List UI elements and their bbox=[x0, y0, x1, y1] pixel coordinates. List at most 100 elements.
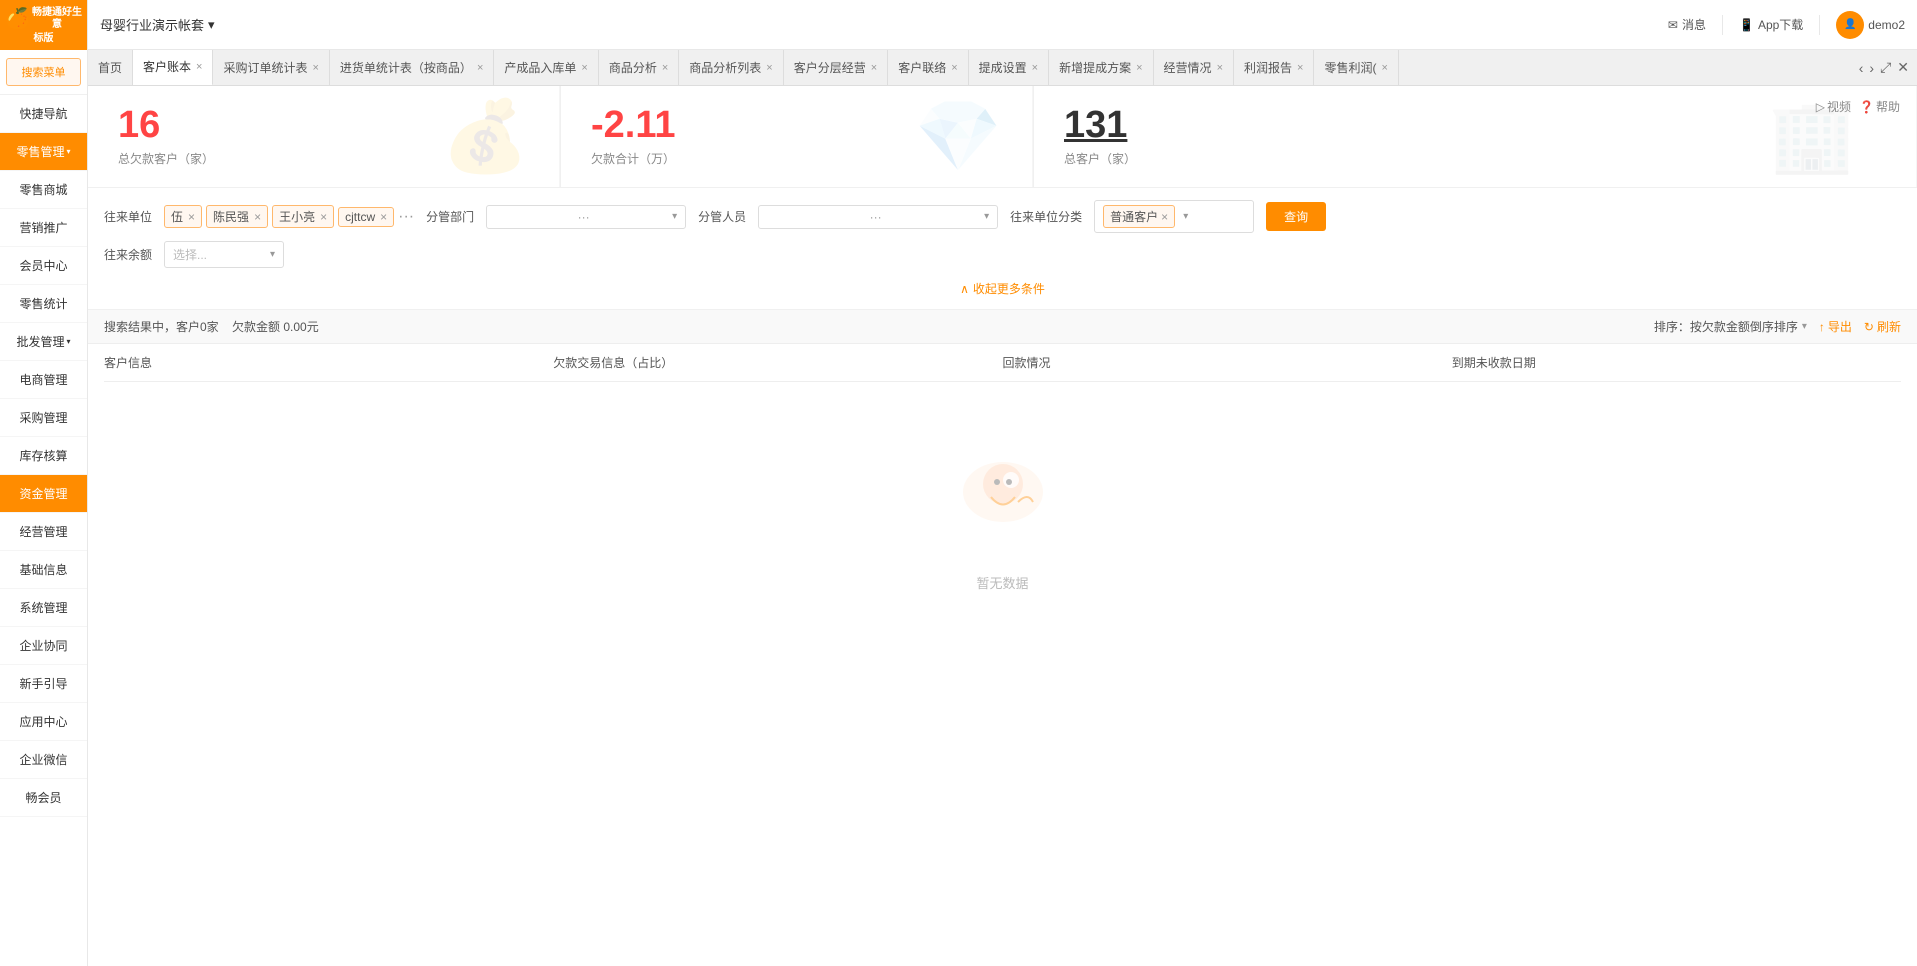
more-tags-button[interactable]: ··· bbox=[398, 208, 414, 226]
sidebar-item-new-guide[interactable]: 新手引导 bbox=[0, 665, 87, 703]
th-repay: 回款情况 bbox=[1003, 354, 1452, 371]
sidebar-item-finance[interactable]: 资金管理 bbox=[0, 475, 87, 513]
topbar-divider bbox=[1722, 15, 1723, 35]
sidebar-item-member-center[interactable]: 会员中心 bbox=[0, 247, 87, 285]
person-dots-icon[interactable]: ··· bbox=[870, 210, 882, 224]
balance-select[interactable]: 选择... ▾ bbox=[164, 241, 284, 268]
partner-tag-cjttcw-label: cjttcw bbox=[345, 210, 375, 224]
help-button[interactable]: ❓ 帮助 bbox=[1859, 98, 1900, 115]
tab-home[interactable]: 首页 bbox=[88, 50, 133, 86]
sidebar-item-retail-stats[interactable]: 零售统计 bbox=[0, 285, 87, 323]
classify-label: 往来单位分类 bbox=[1010, 208, 1082, 225]
tab-close-icon[interactable]: × bbox=[662, 62, 668, 74]
sidebar: 🍊 畅捷通好生意 标版 搜索菜单 快捷导航 零售管理 ▾ 零售商城 营销推广 会… bbox=[0, 0, 88, 966]
sidebar-item-sys-mgmt[interactable]: 系统管理 bbox=[0, 589, 87, 627]
partner-tag-cjttcw-close[interactable]: × bbox=[380, 210, 387, 224]
collapse-button[interactable]: ∧ 收起更多条件 bbox=[960, 280, 1045, 297]
export-button[interactable]: ↑ 导出 bbox=[1819, 318, 1852, 335]
partner-tag-chen: 陈民强 × bbox=[206, 205, 268, 228]
account-selector[interactable]: 母婴行业演示帐套 ▾ bbox=[100, 15, 215, 34]
tab-customer-segment[interactable]: 客户分层经营 × bbox=[784, 50, 888, 86]
person-select[interactable]: ··· ▾ bbox=[758, 205, 998, 229]
sidebar-item-retail-mgmt[interactable]: 零售管理 ▾ bbox=[0, 133, 87, 171]
tab-close-icon[interactable]: × bbox=[581, 62, 587, 74]
stat-credit-customers: 16 总欠款客户（家） 💰 bbox=[88, 86, 560, 187]
dept-arrow-icon: ▾ bbox=[672, 211, 677, 222]
balance-label: 往来余额 bbox=[104, 246, 152, 263]
tab-close-icon[interactable]: × bbox=[766, 62, 772, 74]
tab-product-list[interactable]: 商品分析列表 × bbox=[679, 50, 783, 86]
tab-profit-report[interactable]: 利润报告 × bbox=[1234, 50, 1314, 86]
tab-close-icon[interactable]: × bbox=[1032, 62, 1038, 74]
tab-close-icon[interactable]: × bbox=[951, 62, 957, 74]
message-button[interactable]: ✉ 消息 bbox=[1668, 16, 1706, 33]
partner-tag-wu-close[interactable]: × bbox=[188, 210, 195, 224]
tab-maximize-icon[interactable]: ⤢ bbox=[1880, 59, 1891, 76]
tab-product-inbound[interactable]: 产成品入库单 × bbox=[494, 50, 598, 86]
refresh-icon: ↻ bbox=[1864, 320, 1874, 334]
sidebar-item-ecommerce[interactable]: 电商管理 bbox=[0, 361, 87, 399]
sidebar-item-retail-store[interactable]: 零售商城 bbox=[0, 171, 87, 209]
empty-icon bbox=[953, 442, 1053, 561]
tab-close-icon[interactable]: × bbox=[1297, 62, 1303, 74]
tab-close-all-icon[interactable]: ✕ bbox=[1897, 59, 1909, 76]
tab-customer-contact[interactable]: 客户联络 × bbox=[888, 50, 968, 86]
stats-row: 16 总欠款客户（家） 💰 -2.11 欠款合计（万） 💎 131 总客户（家）… bbox=[88, 86, 1917, 188]
classify-select[interactable]: 普通客户 × ▾ bbox=[1094, 200, 1254, 233]
download-icon: 📱 bbox=[1739, 18, 1754, 32]
user-profile-button[interactable]: 👤 demo2 bbox=[1836, 11, 1905, 39]
sort-label: 排序：按欠款金额倒序排序 bbox=[1654, 318, 1798, 335]
partner-tag-wang-close[interactable]: × bbox=[320, 210, 327, 224]
tab-operation-status[interactable]: 经营情况 × bbox=[1154, 50, 1234, 86]
search-menu-button[interactable]: 搜索菜单 bbox=[6, 58, 81, 86]
partner-tag-cjttcw: cjttcw × bbox=[338, 207, 394, 227]
empty-text: 暂无数据 bbox=[976, 573, 1028, 592]
partner-tag-wang-label: 王小亮 bbox=[279, 208, 315, 225]
tab-close-icon[interactable]: × bbox=[196, 61, 202, 73]
tab-purchase-stats[interactable]: 进货单统计表（按商品） × bbox=[330, 50, 494, 86]
dept-dots-icon[interactable]: ··· bbox=[578, 210, 590, 224]
tab-promo-settings[interactable]: 提成设置 × bbox=[969, 50, 1049, 86]
classify-tag-close[interactable]: × bbox=[1161, 210, 1168, 224]
tab-close-icon[interactable]: × bbox=[1381, 62, 1387, 74]
stat-total-customers-label: 总客户（家） bbox=[1064, 150, 1136, 167]
tab-scroll-right-icon[interactable]: › bbox=[1869, 60, 1874, 76]
wholesale-expand-icon: ▾ bbox=[67, 337, 71, 346]
sidebar-item-wechat-biz[interactable]: 企业微信 bbox=[0, 741, 87, 779]
tab-close-icon[interactable]: × bbox=[312, 62, 318, 74]
sidebar-item-operations[interactable]: 经营管理 bbox=[0, 513, 87, 551]
sort-selector[interactable]: 排序：按欠款金额倒序排序 ▾ bbox=[1654, 318, 1807, 335]
app-download-button[interactable]: 📱 App下载 bbox=[1739, 16, 1803, 33]
sidebar-item-inventory[interactable]: 库存核算 bbox=[0, 437, 87, 475]
collapse-row: ∧ 收起更多条件 bbox=[104, 276, 1901, 297]
dept-select[interactable]: ··· ▾ bbox=[486, 205, 686, 229]
sidebar-item-marketing[interactable]: 营销推广 bbox=[0, 209, 87, 247]
tab-close-icon[interactable]: × bbox=[477, 62, 483, 74]
tab-new-promo[interactable]: 新增提成方案 × bbox=[1049, 50, 1153, 86]
result-actions: 排序：按欠款金额倒序排序 ▾ ↑ 导出 ↻ 刷新 bbox=[1654, 318, 1901, 335]
tab-close-icon[interactable]: × bbox=[871, 62, 877, 74]
tab-retail-profit[interactable]: 零售利润( × bbox=[1314, 50, 1398, 86]
sidebar-item-purchase-mgmt[interactable]: 采购管理 bbox=[0, 399, 87, 437]
export-icon: ↑ bbox=[1819, 320, 1825, 334]
tab-close-icon[interactable]: × bbox=[1217, 62, 1223, 74]
query-button[interactable]: 查询 bbox=[1266, 202, 1326, 231]
sidebar-item-wholesale-mgmt[interactable]: 批发管理 ▾ bbox=[0, 323, 87, 361]
tab-purchase-order[interactable]: 采购订单统计表 × bbox=[213, 50, 329, 86]
video-button[interactable]: ▷ 视频 bbox=[1816, 98, 1851, 115]
tab-scroll-left-icon[interactable]: ‹ bbox=[1859, 60, 1864, 76]
sidebar-item-enterprise[interactable]: 企业协同 bbox=[0, 627, 87, 665]
sidebar-item-app-center[interactable]: 应用中心 bbox=[0, 703, 87, 741]
refresh-button[interactable]: ↻ 刷新 bbox=[1864, 318, 1901, 335]
tab-customer-account[interactable]: 客户账本 × bbox=[133, 50, 213, 86]
sidebar-item-member[interactable]: 畅会员 bbox=[0, 779, 87, 817]
tab-product-analysis[interactable]: 商品分析 × bbox=[599, 50, 679, 86]
person-arrow-icon: ▾ bbox=[984, 211, 989, 222]
avatar: 👤 bbox=[1836, 11, 1864, 39]
dept-label: 分管部门 bbox=[426, 208, 474, 225]
tab-close-icon[interactable]: × bbox=[1136, 62, 1142, 74]
partner-tag-chen-close[interactable]: × bbox=[254, 210, 261, 224]
sidebar-item-quick-nav[interactable]: 快捷导航 bbox=[0, 95, 87, 133]
sidebar-item-basic-info[interactable]: 基础信息 bbox=[0, 551, 87, 589]
th-debt: 欠款交易信息（占比） bbox=[553, 354, 1002, 371]
